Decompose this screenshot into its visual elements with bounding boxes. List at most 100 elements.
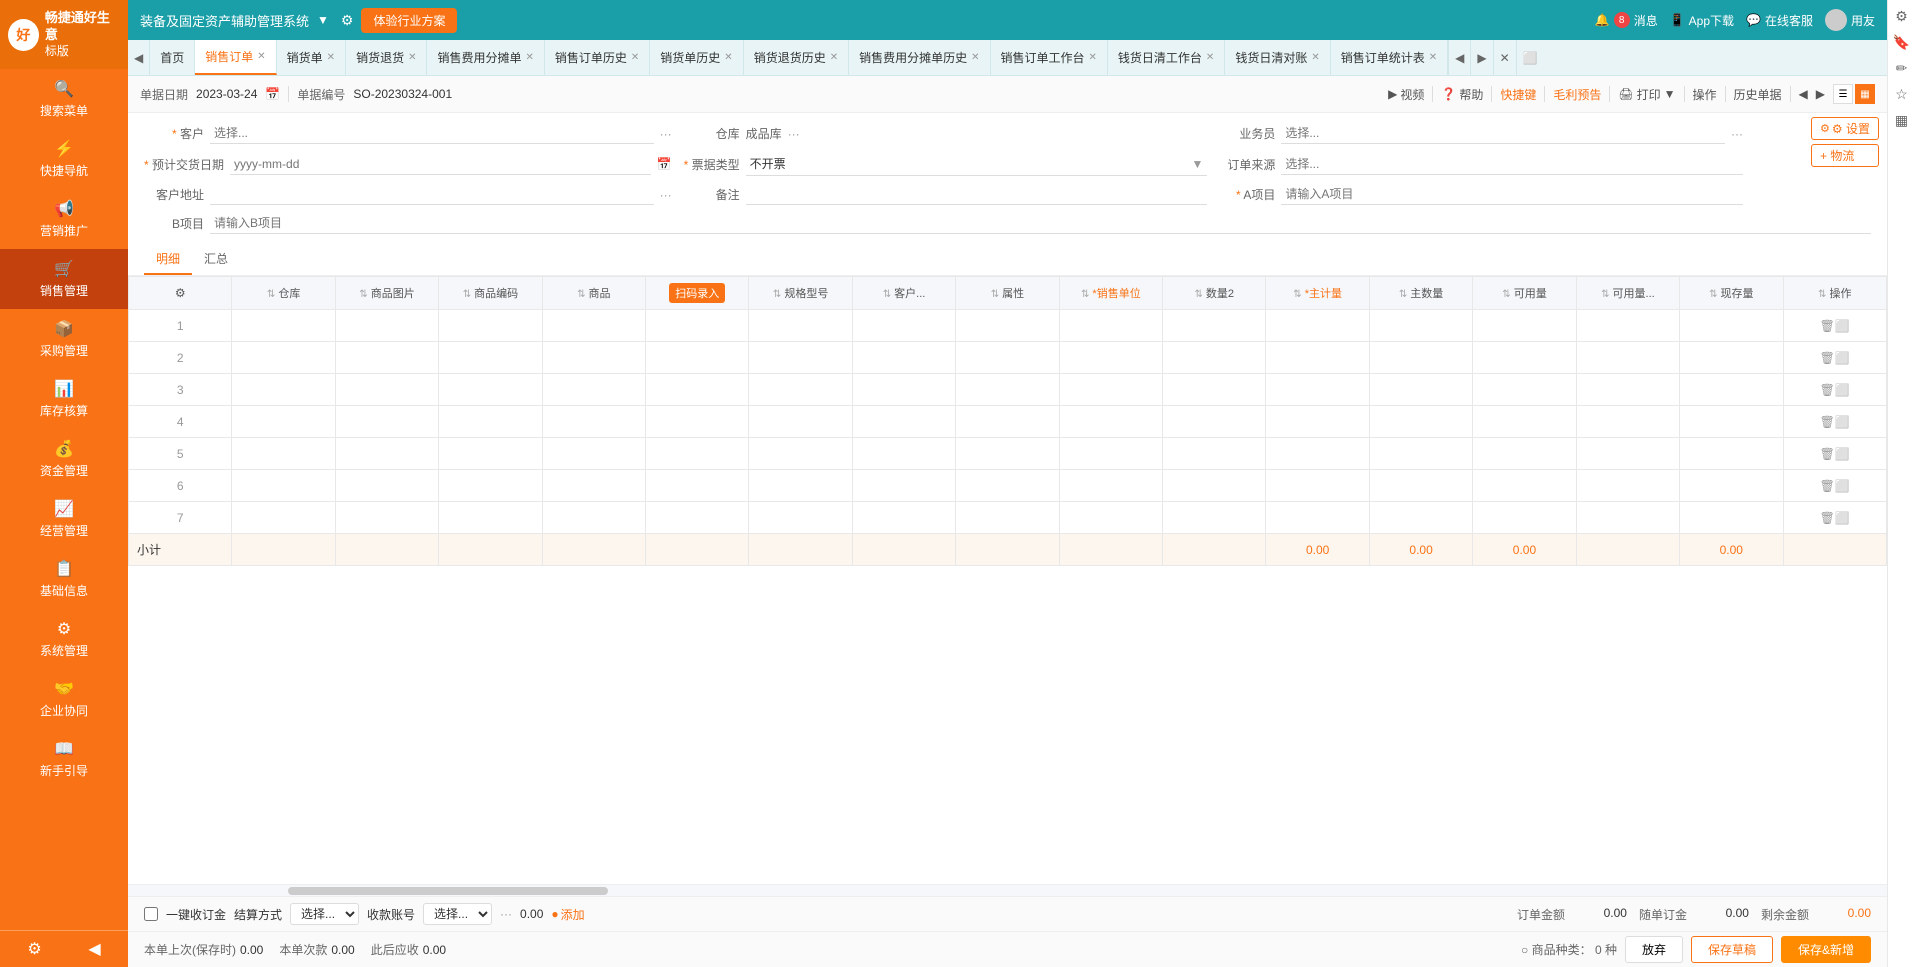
col-header-11[interactable]: ⇅ *主计量 [1266,277,1369,310]
row-copy-btn-1[interactable]: ⬜ [1835,351,1850,365]
tab-9[interactable]: 销售订单工作台✕ [991,40,1108,75]
row-copy-btn-4[interactable]: ⬜ [1835,447,1850,461]
row-copy-btn-3[interactable]: ⬜ [1835,415,1850,429]
delivery-date-calendar-icon[interactable]: 📅 [657,157,672,171]
sidebar-item-2[interactable]: 📢营销推广 [0,189,128,249]
col-header-12[interactable]: ⇅ 主数量 [1369,277,1472,310]
tab-4[interactable]: 销售费用分摊单✕ [427,40,544,75]
shortcut-btn[interactable]: 快捷键 [1500,86,1536,103]
col-header-8[interactable]: ⇅ 属性 [956,277,1059,310]
bookmark-icon[interactable]: 🔖 [1890,30,1914,54]
tab-close-9[interactable]: ✕ [1089,52,1097,63]
staff-dots[interactable]: ··· [1731,127,1743,141]
operate-btn[interactable]: 操作 [1693,86,1717,103]
help-btn[interactable]: ❓ 帮助 [1441,86,1483,103]
scan-btn[interactable]: 扫码录入 [669,283,725,303]
col-header-10[interactable]: ⇅ 数量2 [1163,277,1266,310]
sort-icon-2[interactable]: ⇅ [359,289,367,300]
row-delete-btn-0[interactable]: 🗑 [1820,319,1835,333]
sidebar-item-10[interactable]: 🤝企业协同 [0,669,128,729]
sort-icon-6[interactable]: ⇅ [773,289,781,300]
tab-7[interactable]: 销货退货历史✕ [744,40,849,75]
tab-close-5[interactable]: ✕ [631,52,639,63]
tab-5[interactable]: 销售订单历史✕ [545,40,650,75]
sort-icon-16[interactable]: ⇅ [1818,289,1826,300]
row-delete-btn-2[interactable]: 🗑 [1820,383,1835,397]
customer-addr-input[interactable] [210,184,654,205]
tab-close-11[interactable]: ✕ [1311,52,1319,63]
tab-close-12[interactable]: ✕ [1429,52,1437,63]
sidebar-item-4[interactable]: 📦采购管理 [0,309,128,369]
scan-icon[interactable]: ▦ [1890,108,1914,132]
warehouse-dots[interactable]: ··· [788,127,800,141]
settlement-select[interactable]: 选择... [290,903,359,925]
star-icon[interactable]: ☆ [1890,82,1914,106]
sort-icon-1[interactable]: ⇅ [267,289,275,300]
col-header-16[interactable]: ⇅ 操作 [1783,277,1887,310]
topbar-gear-icon[interactable]: ⚙ [341,12,354,29]
sort-icon-7[interactable]: ⇅ [883,289,891,300]
data-table-wrapper[interactable]: ⚙⇅ 仓库⇅ 商品图片⇅ 商品编码⇅ 商品扫码录入⇅ 规格型号⇅ 客户...⇅ … [128,276,1887,884]
tab-prev-btn[interactable]: ◀ [128,40,150,75]
row-delete-btn-1[interactable]: 🗑 [1820,351,1835,365]
settings-icon[interactable]: ⚙ [1890,4,1914,28]
action-button[interactable]: 体验行业方案 [361,8,457,33]
discard-button[interactable]: 放弃 [1625,936,1683,963]
sort-icon-8[interactable]: ⇅ [991,289,999,300]
invoice-type-select[interactable]: 不开票 ▼ [746,152,1208,176]
col-header-1[interactable]: ⇅ 仓库 [232,277,335,310]
print-dropdown-icon[interactable]: ▼ [1664,87,1676,101]
col-settings-icon[interactable]: ⚙ [175,286,186,300]
col-header-4[interactable]: ⇅ 商品 [542,277,645,310]
tab-11[interactable]: 钱货日清对账✕ [1225,40,1330,75]
sort-icon-10[interactable]: ⇅ [1194,289,1202,300]
sidebar-collapse-icon[interactable]: ◀ [88,939,100,959]
sort-icon-14[interactable]: ⇅ [1601,289,1609,300]
row-delete-btn-3[interactable]: 🗑 [1820,415,1835,429]
sort-icon-12[interactable]: ⇅ [1399,289,1407,300]
col-header-5[interactable]: 扫码录入 [646,277,749,310]
col-header-0[interactable]: ⚙ [129,277,232,310]
sort-icon-4[interactable]: ⇅ [577,289,585,300]
sidebar-item-0[interactable]: 🔍搜索菜单 [0,69,128,129]
tab-1[interactable]: 销售订单✕ [195,40,276,75]
layout-list-btn[interactable]: ☰ [1833,84,1853,104]
sidebar-item-6[interactable]: 💰资金管理 [0,429,128,489]
col-header-14[interactable]: ⇅ 可用量... [1576,277,1679,310]
save-draft-button[interactable]: 保存草稿 [1691,936,1773,963]
sort-icon-9[interactable]: ⇅ [1081,289,1089,300]
col-header-6[interactable]: ⇅ 规格型号 [749,277,852,310]
layout-grid-btn[interactable]: ▦ [1855,84,1875,104]
tab-close-2[interactable]: ✕ [327,52,335,63]
tab-6[interactable]: 销货单历史✕ [650,40,743,75]
tab-close-6[interactable]: ✕ [724,52,732,63]
col-header-7[interactable]: ⇅ 客户... [852,277,955,310]
addr-dots[interactable]: ··· [660,188,672,202]
sidebar-item-3[interactable]: 🛒销售管理 [0,249,128,309]
app-download-item[interactable]: 📱 App下载 [1670,12,1734,29]
sidebar-item-1[interactable]: ⚡快捷导航 [0,129,128,189]
account-dots[interactable]: ··· [500,907,512,921]
sidebar-item-7[interactable]: 📈经营管理 [0,489,128,549]
edit-icon[interactable]: ✏ [1890,56,1914,80]
history-btn[interactable]: 历史单据 [1734,86,1782,103]
calendar-icon[interactable]: 📅 [265,87,280,101]
col-header-2[interactable]: ⇅ 商品图片 [335,277,438,310]
customer-dots[interactable]: ··· [660,127,672,141]
sidebar-settings-icon[interactable]: ⚙ [27,939,41,959]
tab-close-7[interactable]: ✕ [830,52,838,63]
sort-icon-15[interactable]: ⇅ [1709,289,1717,300]
tab-close-1[interactable]: ✕ [257,51,265,62]
staff-input[interactable] [1281,123,1725,144]
remark-input[interactable] [746,184,1208,205]
view-btn[interactable]: ▶ 视频 [1388,86,1424,103]
tab-close-8[interactable]: ✕ [971,52,979,63]
system-title-dropdown[interactable]: ▼ [317,13,329,27]
row-copy-btn-6[interactable]: ⬜ [1835,511,1850,525]
row-copy-btn-5[interactable]: ⬜ [1835,479,1850,493]
user-item[interactable]: 用友 [1825,9,1875,31]
row-delete-btn-5[interactable]: 🗑 [1820,479,1835,493]
customer-input[interactable] [210,123,654,144]
account-select[interactable]: 选择... [423,903,492,925]
horizontal-scrollbar[interactable] [128,884,1887,896]
